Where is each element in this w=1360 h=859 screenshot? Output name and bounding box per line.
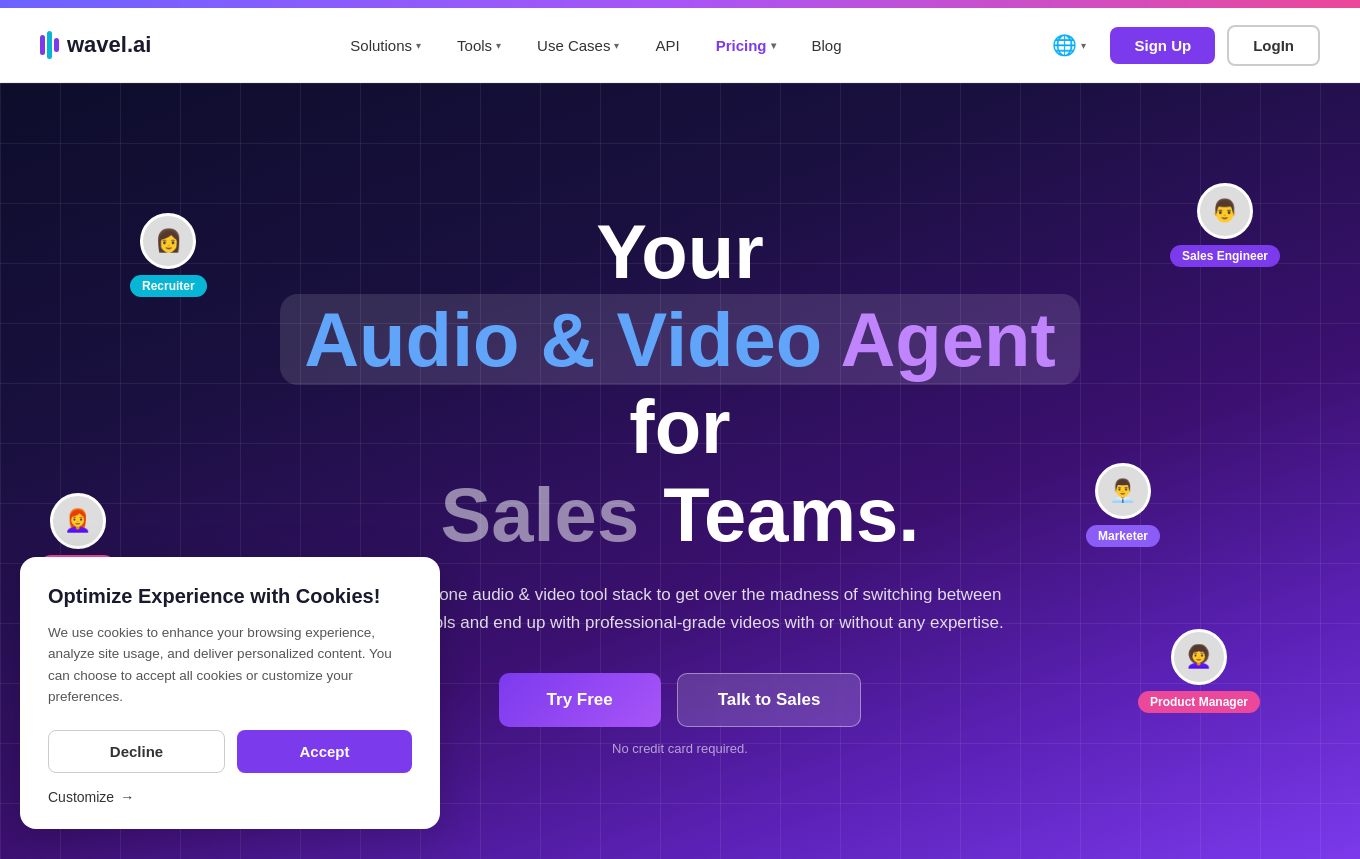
nav-links: Solutions ▾ Tools ▾ Use Cases ▾ API Pric… bbox=[336, 29, 855, 62]
hero-agent: Agent bbox=[840, 297, 1055, 382]
avatar-recruiter: 👩 bbox=[140, 213, 196, 269]
hero-your: Your bbox=[596, 209, 763, 294]
logo-bar-1 bbox=[40, 35, 45, 55]
hero-teams: Teams. bbox=[663, 473, 919, 557]
persona-product-manager: 👩‍🦱 Product Manager bbox=[1138, 629, 1260, 713]
product-manager-badge: Product Manager bbox=[1138, 691, 1260, 713]
avatar-sales-engineer: 👨 bbox=[1197, 183, 1253, 239]
logo-text: wavel.ai bbox=[67, 32, 151, 58]
navbar: wavel.ai Solutions ▾ Tools ▾ Use Cases ▾… bbox=[0, 8, 1360, 83]
decline-button[interactable]: Decline bbox=[48, 730, 225, 773]
signup-button[interactable]: Sign Up bbox=[1110, 27, 1215, 64]
hero-audio-video: Audio & Video bbox=[304, 297, 822, 382]
hero-title-lines: Sales Teams. bbox=[230, 469, 1130, 557]
sales-engineer-badge: Sales Engineer bbox=[1170, 245, 1280, 267]
recruiter-badge: Recruiter bbox=[130, 275, 207, 297]
logo-bar-2 bbox=[47, 31, 52, 59]
top-bar bbox=[0, 0, 1360, 8]
cookie-description: We use cookies to enhance your browsing … bbox=[48, 622, 412, 708]
hero-sales: Sales bbox=[441, 473, 640, 557]
customize-button[interactable]: Customize → bbox=[48, 789, 134, 805]
logo[interactable]: wavel.ai bbox=[40, 31, 151, 59]
logo-bar-3 bbox=[54, 38, 59, 52]
nav-item-blog[interactable]: Blog bbox=[798, 29, 856, 62]
hero-for: for bbox=[629, 384, 730, 469]
persona-marketer: 👨‍💼 Marketer bbox=[1086, 463, 1160, 547]
logo-icon bbox=[40, 31, 59, 59]
accept-button[interactable]: Accept bbox=[237, 730, 412, 773]
hero-title-line1: Your Audio & Video Agent for bbox=[230, 210, 1130, 469]
cookie-banner: Optimize Experience with Cookies! We use… bbox=[20, 557, 440, 829]
hero-highlight-box: Audio & Video Agent bbox=[280, 294, 1080, 386]
nav-actions: 🌐 ▾ Sign Up LogIn bbox=[1040, 25, 1320, 66]
chevron-down-icon: ▾ bbox=[416, 40, 421, 51]
marketer-badge: Marketer bbox=[1086, 525, 1160, 547]
avatar-product-manager: 👩‍🦱 bbox=[1171, 629, 1227, 685]
nav-item-pricing[interactable]: Pricing ▾ bbox=[702, 29, 790, 62]
chevron-down-icon: ▾ bbox=[496, 40, 501, 51]
nav-item-use-cases[interactable]: Use Cases ▾ bbox=[523, 29, 633, 62]
try-free-button[interactable]: Try Free bbox=[499, 673, 661, 727]
login-button[interactable]: LogIn bbox=[1227, 25, 1320, 66]
language-selector[interactable]: 🌐 ▾ bbox=[1040, 25, 1098, 65]
persona-sales-engineer: 👨 Sales Engineer bbox=[1170, 183, 1280, 267]
arrow-right-icon: → bbox=[120, 789, 134, 805]
cookie-title: Optimize Experience with Cookies! bbox=[48, 585, 412, 608]
avatar-marketer: 👨‍💼 bbox=[1095, 463, 1151, 519]
hero-description: Your all-in-one audio & video tool stack… bbox=[340, 581, 1020, 637]
chevron-down-icon: ▾ bbox=[771, 40, 776, 51]
nav-item-solutions[interactable]: Solutions ▾ bbox=[336, 29, 435, 62]
talk-to-sales-button[interactable]: Talk to Sales bbox=[677, 673, 862, 727]
chevron-down-icon: ▾ bbox=[614, 40, 619, 51]
nav-item-api[interactable]: API bbox=[641, 29, 693, 62]
nav-item-tools[interactable]: Tools ▾ bbox=[443, 29, 515, 62]
avatar-designer: 👩‍🦰 bbox=[50, 493, 106, 549]
chevron-down-icon: ▾ bbox=[1081, 40, 1086, 51]
persona-recruiter: 👩 Recruiter bbox=[130, 213, 207, 297]
cookie-buttons: Decline Accept bbox=[48, 730, 412, 773]
